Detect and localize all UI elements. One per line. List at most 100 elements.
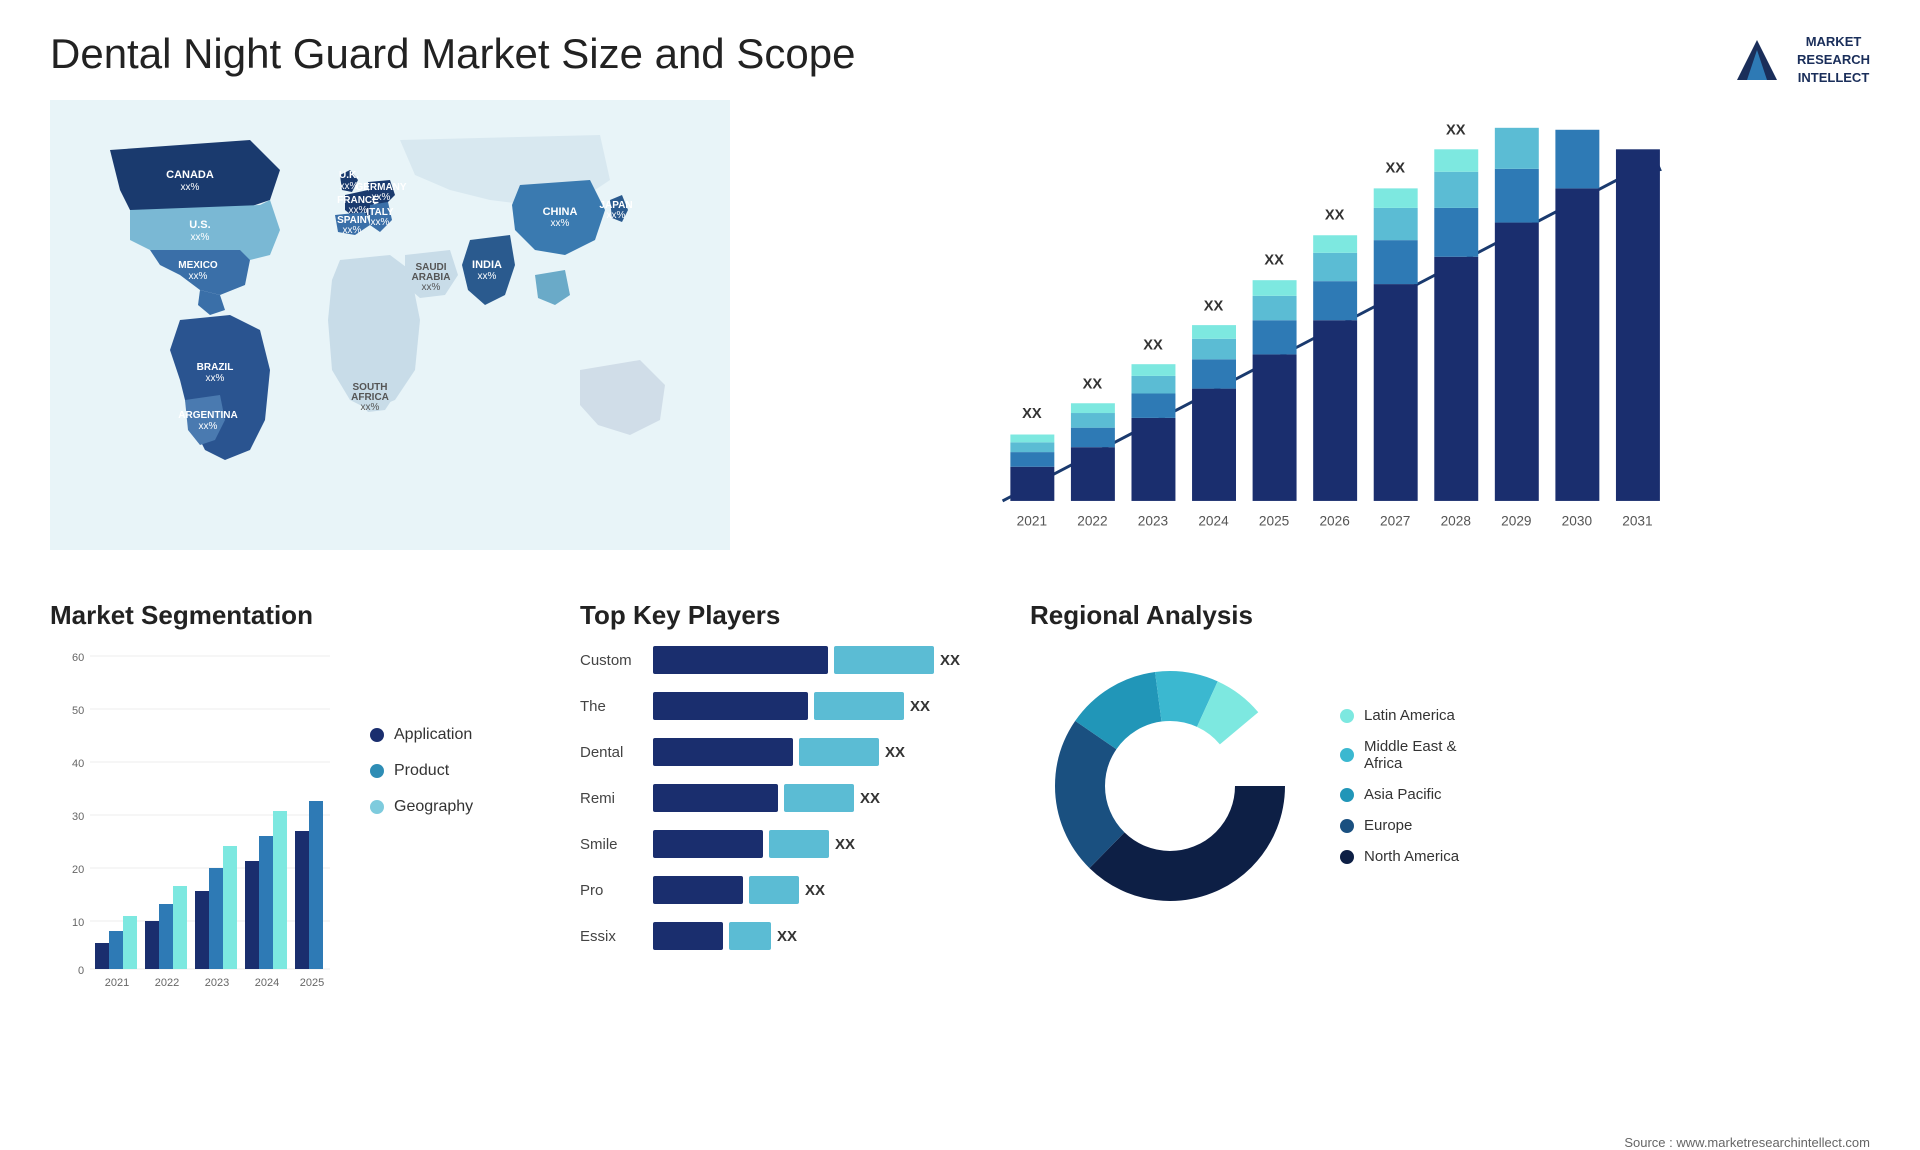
svg-text:2023: 2023 <box>1138 513 1168 528</box>
header: Dental Night Guard Market Size and Scope… <box>0 0 1920 100</box>
player-row-smile: Smile XX <box>580 830 990 858</box>
svg-text:2023: 2023 <box>205 977 229 986</box>
svg-text:CHINA: CHINA <box>543 206 578 218</box>
reg-legend-latin: Latin America <box>1340 707 1459 724</box>
legend-application: Application <box>370 726 473 744</box>
reg-legend-north-america: North America <box>1340 848 1459 865</box>
svg-text:2024: 2024 <box>255 977 279 986</box>
svg-text:2027: 2027 <box>1380 513 1410 528</box>
asia-dot <box>1340 788 1354 802</box>
player-row-pro: Pro XX <box>580 876 990 904</box>
svg-text:CANADA: CANADA <box>166 169 214 181</box>
logo: MARKET RESEARCH INTELLECT <box>1727 30 1870 90</box>
logo-icon <box>1727 30 1787 90</box>
player-row-remi: Remi XX <box>580 784 990 812</box>
player-name-remi: Remi <box>580 790 645 807</box>
player-bar-dark <box>653 738 793 766</box>
regional-title: Regional Analysis <box>1030 600 1870 631</box>
svg-text:60: 60 <box>72 652 84 664</box>
svg-text:2025: 2025 <box>1259 513 1290 528</box>
player-bar-light <box>749 876 799 904</box>
svg-text:xx%: xx% <box>206 373 225 384</box>
svg-text:xx%: xx% <box>191 232 210 243</box>
bar-chart-area: XX 2021 XX 2022 XX 2023 XX 2024 <box>770 100 1870 580</box>
svg-text:XX: XX <box>1446 123 1466 139</box>
player-xx: XX <box>910 698 930 715</box>
player-bar-wrap: XX <box>653 784 880 812</box>
svg-text:xx%: xx% <box>199 421 218 432</box>
application-label: Application <box>394 726 472 744</box>
player-bar-dark <box>653 646 828 674</box>
svg-text:2024: 2024 <box>1198 513 1229 528</box>
svg-text:2021: 2021 <box>1017 513 1047 528</box>
player-name-smile: Smile <box>580 836 645 853</box>
top-section: CANADA xx% U.S. xx% MEXICO xx% BRAZIL xx… <box>0 100 1920 580</box>
svg-text:50: 50 <box>72 705 84 717</box>
reg-legend-mea: Middle East &Africa <box>1340 738 1459 772</box>
player-name-custom: Custom <box>580 652 645 669</box>
svg-text:2022: 2022 <box>155 977 179 986</box>
page-title: Dental Night Guard Market Size and Scope <box>50 30 855 78</box>
player-bar-wrap: XX <box>653 876 825 904</box>
regional-legend: Latin America Middle East &Africa Asia P… <box>1340 707 1459 865</box>
player-xx: XX <box>940 652 960 669</box>
segmentation-chart-svg: 60 50 40 30 20 10 0 <box>50 646 350 986</box>
seg-chart-wrap: 60 50 40 30 20 10 0 <box>50 646 550 986</box>
svg-text:40: 40 <box>72 758 84 770</box>
svg-text:MEXICO: MEXICO <box>178 260 218 271</box>
player-bar-wrap: XX <box>653 692 930 720</box>
svg-text:xx%: xx% <box>551 218 570 229</box>
player-bar-dark <box>653 876 743 904</box>
latin-america-dot <box>1340 709 1354 723</box>
players-area: Top Key Players Custom XX The XX Dental <box>550 600 990 1120</box>
source-text: Source : www.marketresearchintellect.com <box>0 1135 1920 1150</box>
svg-text:XX: XX <box>1385 161 1405 177</box>
player-bar-wrap: XX <box>653 922 797 950</box>
svg-text:XX: XX <box>1143 338 1163 354</box>
player-xx: XX <box>835 836 855 853</box>
player-row-the: The XX <box>580 692 990 720</box>
segmentation-area: Market Segmentation 60 50 40 30 20 10 0 <box>50 600 550 1120</box>
svg-text:10: 10 <box>72 917 84 929</box>
svg-text:XX: XX <box>1264 253 1284 269</box>
player-name-dental: Dental <box>580 744 645 761</box>
player-name-the: The <box>580 698 645 715</box>
player-bar-dark <box>653 830 763 858</box>
player-bar-light <box>834 646 934 674</box>
player-bar-light <box>814 692 904 720</box>
svg-text:XX: XX <box>1325 208 1345 224</box>
latin-america-label: Latin America <box>1364 707 1455 724</box>
svg-text:xx%: xx% <box>361 402 380 413</box>
donut-wrap: Latin America Middle East &Africa Asia P… <box>1030 646 1870 926</box>
player-row-dental: Dental XX <box>580 738 990 766</box>
player-row-essix: Essix XX <box>580 922 990 950</box>
svg-text:2028: 2028 <box>1441 513 1471 528</box>
north-america-dot <box>1340 850 1354 864</box>
svg-text:xx%: xx% <box>371 217 390 228</box>
svg-text:xx%: xx% <box>607 210 626 221</box>
map-area: CANADA xx% U.S. xx% MEXICO xx% BRAZIL xx… <box>50 100 730 580</box>
svg-text:2030: 2030 <box>1562 513 1593 528</box>
europe-label: Europe <box>1364 817 1412 834</box>
svg-text:2029: 2029 <box>1501 513 1531 528</box>
europe-dot <box>1340 819 1354 833</box>
svg-text:xx%: xx% <box>372 192 391 203</box>
svg-text:2021: 2021 <box>105 977 129 986</box>
player-bar-light <box>769 830 829 858</box>
player-xx: XX <box>885 744 905 761</box>
players-title: Top Key Players <box>580 600 990 631</box>
reg-legend-asia: Asia Pacific <box>1340 786 1459 803</box>
player-bar-dark <box>653 692 808 720</box>
player-bar-wrap: XX <box>653 738 905 766</box>
segmentation-legend: Application Product Geography <box>370 646 473 816</box>
svg-text:INDIA: INDIA <box>472 259 502 271</box>
legend-geography: Geography <box>370 798 473 816</box>
product-dot <box>370 764 384 778</box>
svg-text:XX: XX <box>1083 377 1103 393</box>
product-label: Product <box>394 762 449 780</box>
legend-product: Product <box>370 762 473 780</box>
svg-text:xx%: xx% <box>189 271 208 282</box>
svg-text:0: 0 <box>78 965 84 977</box>
svg-text:xx%: xx% <box>478 271 497 282</box>
logo-text: MARKET RESEARCH INTELLECT <box>1797 33 1870 88</box>
